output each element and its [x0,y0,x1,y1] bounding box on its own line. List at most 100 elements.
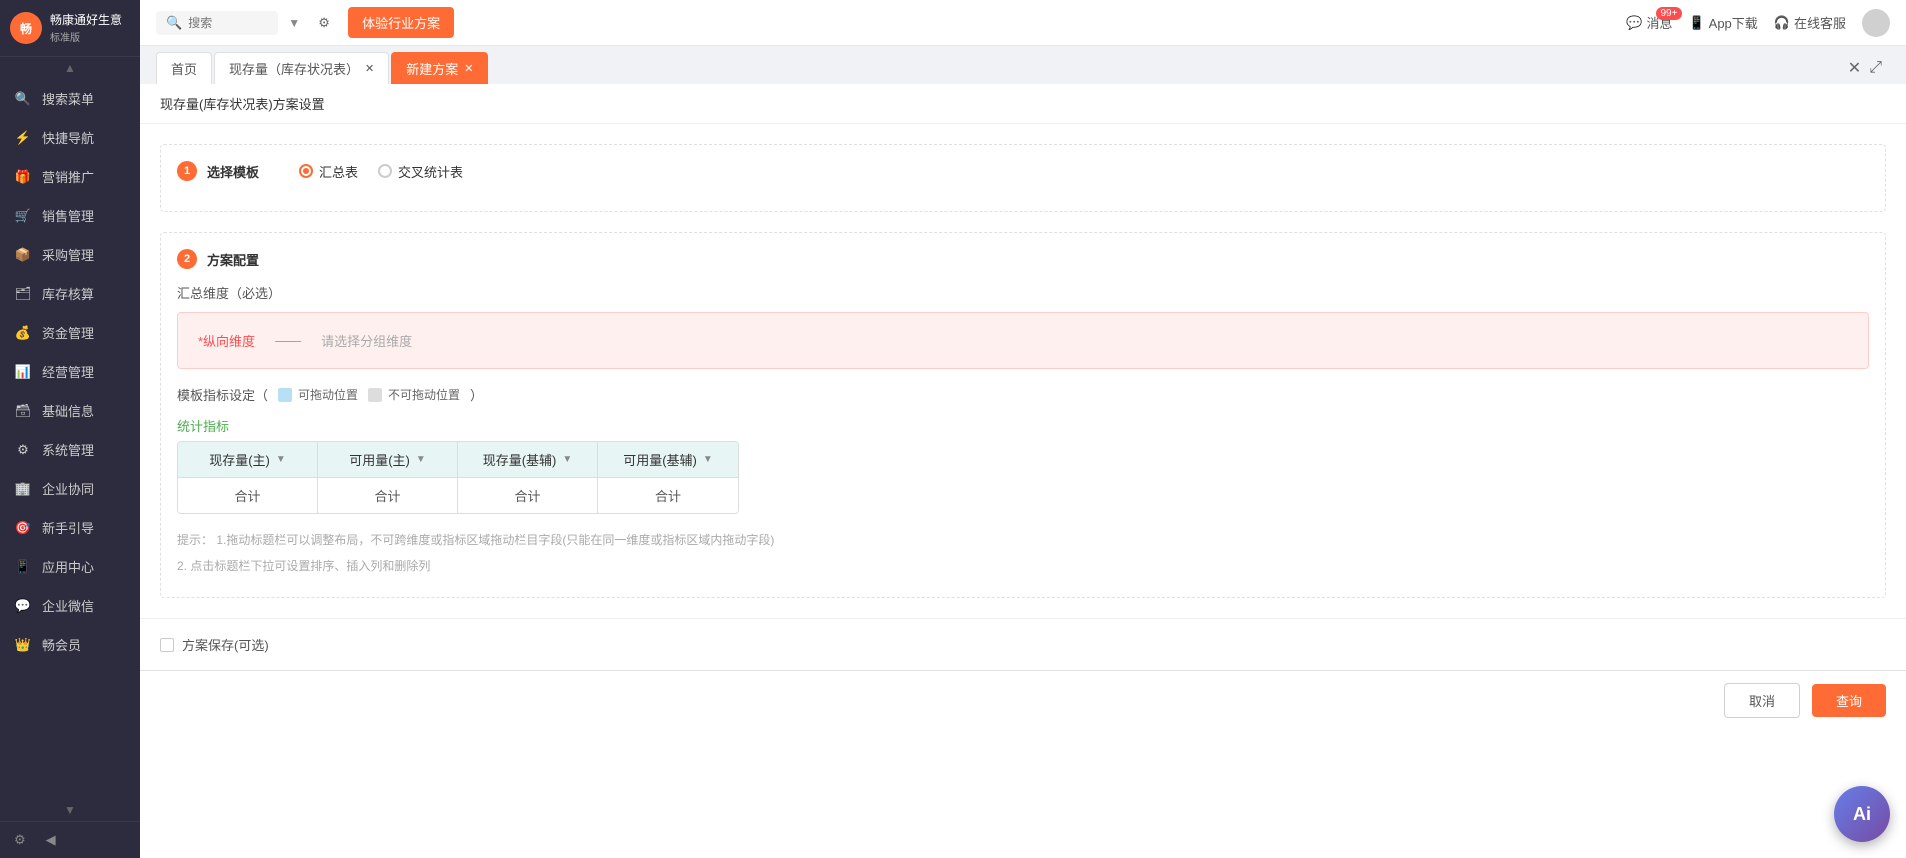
step1-title: 选择模板 [207,162,259,181]
topbar-search-icon: 🔍 [166,15,182,31]
hint-prefix: 提示： 1.拖动标题栏可以调整布局，不可跨维度或指标区域拖动栏目字段(只能在同一… [177,530,1869,552]
sidebar-item-system[interactable]: ⚙ 系统管理 [0,430,140,469]
tab-home[interactable]: 首页 [156,52,212,84]
sidebar-item-newbie[interactable]: 🎯 新手引导 [0,508,140,547]
operations-icon: 📊 [14,363,32,381]
step2-title: 方案配置 [207,250,259,269]
collapse-icon[interactable]: ◀ [46,832,56,848]
search-icon: 🔍 [14,90,32,108]
radio-crosstab[interactable]: 交叉统计表 [378,162,463,181]
col-chevron-base-qty[interactable]: ▼ [562,454,572,465]
stat-cell-base-qty: 合计 [458,478,598,513]
col-chevron-available-main[interactable]: ▼ [416,454,426,465]
non-draggable-badge-icon [368,388,382,402]
col-chevron-available-base[interactable]: ▼ [703,454,713,465]
enterprise-icon: 🏢 [14,480,32,498]
stat-cell-available-base: 合计 [598,478,738,513]
sidebar-item-inventory[interactable]: 🗂 库存核算 [0,274,140,313]
expand-window-icon[interactable]: ⤢ [1869,59,1882,77]
save-checkbox[interactable] [160,638,174,652]
sidebar-scroll-down[interactable]: ▼ [62,801,78,819]
tab-inventory-close-icon[interactable]: ✕ [365,62,374,75]
ai-assistant-button[interactable]: Ai [1834,786,1890,842]
app-name: 畅康通好生意 标准版 [50,12,122,44]
cancel-button[interactable]: 取消 [1724,683,1800,718]
sales-icon: 🛒 [14,207,32,225]
sidebar-item-enterprise[interactable]: 🏢 企业协同 [0,469,140,508]
headset-icon: 🎧 [1774,15,1790,31]
radio-crosstab-circle [378,164,392,178]
wechat-icon: 💬 [14,597,32,615]
col-header-base-qty[interactable]: 现存量(基辅) ▼ [458,442,598,477]
sidebar-item-operations[interactable]: 📊 经营管理 [0,352,140,391]
non-draggable-legend: 不可拖动位置 [368,386,460,403]
sidebar-nav: 🔍 搜索菜单 ⚡ 快捷导航 🎁 营销推广 🛒 销售管理 📦 采购管理 🗂 库存核… [0,79,140,799]
hint-2: 2. 点击标题栏下拉可设置排序、插入列和删除列 [177,556,1869,578]
finance-icon: 💰 [14,324,32,342]
sidebar-item-shortcut[interactable]: ⚡ 快捷导航 [0,118,140,157]
page-title: 现存量(库存状况表)方案设置 [140,84,1906,124]
sidebar-item-sales[interactable]: 🛒 销售管理 [0,196,140,235]
inventory-icon: 🗂 [14,285,32,303]
user-avatar[interactable] [1862,9,1890,37]
step1-section: 1 选择模板 汇总表 交叉统计表 [160,144,1886,212]
template-radio-group: 汇总表 交叉统计表 [299,162,463,181]
mobile-icon: 📱 [1688,15,1704,31]
newbie-icon: 🎯 [14,519,32,537]
close-window-icon[interactable]: ✕ [1848,58,1861,78]
marketing-icon: 🎁 [14,168,32,186]
main-area: 🔍 ▼ ⚙ 体验行业方案 💬 消息 99+ 📱 App下载 🎧 在线客服 首页 [140,0,1906,858]
dimension-placeholder: 请选择分组维度 [321,331,412,350]
col-header-main-qty[interactable]: 现存量(主) ▼ [178,442,318,477]
sidebar-item-basic[interactable]: 🗃 基础信息 [0,391,140,430]
topbar-dropdown-icon[interactable]: ▼ [288,16,300,30]
step1-header: 1 选择模板 汇总表 交叉统计表 [177,161,1869,181]
tab-new-scheme[interactable]: 新建方案 ✕ [391,52,488,84]
topbar: 🔍 ▼ ⚙ 体验行业方案 💬 消息 99+ 📱 App下载 🎧 在线客服 [140,0,1906,46]
topbar-gear-icon[interactable]: ⚙ [310,9,338,37]
sidebar-item-purchase[interactable]: 📦 采购管理 [0,235,140,274]
sidebar-item-marketing[interactable]: 🎁 营销推广 [0,157,140,196]
sidebar-item-member[interactable]: 👑 畅会员 [0,625,140,664]
sidebar-item-finance[interactable]: 💰 资金管理 [0,313,140,352]
stat-table-row-1: 合计 合计 合计 合计 [178,477,738,513]
purchase-icon: 📦 [14,246,32,264]
sidebar-item-wechat[interactable]: 💬 企业微信 [0,586,140,625]
topbar-search-box[interactable]: 🔍 [156,11,278,35]
sidebar-header: 畅 畅康通好生意 标准版 [0,0,140,57]
tab-new-scheme-close-icon[interactable]: ✕ [464,62,473,75]
stat-table-header: 现存量(主) ▼ 可用量(主) ▼ 现存量(基辅) ▼ [178,442,738,477]
indicator-settings: 模板指标设定（ 可拖动位置 不可拖动位置 ） [177,385,1869,404]
online-service-link[interactable]: 🎧 在线客服 [1774,13,1846,32]
content-area: 现存量(库存状况表)方案设置 1 选择模板 汇总表 交叉统计表 [140,84,1906,858]
draggable-legend: 可拖动位置 [278,386,358,403]
step2-badge: 2 [177,249,197,269]
topbar-search-input[interactable] [188,16,268,30]
stat-table: 现存量(主) ▼ 可用量(主) ▼ 现存量(基辅) ▼ [177,441,739,514]
col-header-available-base[interactable]: 可用量(基辅) ▼ [598,442,738,477]
tabbar: 首页 现存量（库存状况表） ✕ 新建方案 ✕ ✕ ⤢ [140,46,1906,84]
save-row: 方案保存(可选) [140,618,1906,670]
sidebar-item-search[interactable]: 🔍 搜索菜单 [0,79,140,118]
sidebar-item-apps[interactable]: 📱 应用中心 [0,547,140,586]
messages-badge[interactable]: 💬 消息 99+ [1626,13,1672,32]
draggable-badge-icon [278,388,292,402]
member-icon: 👑 [14,636,32,654]
industry-solution-button[interactable]: 体验行业方案 [348,7,454,38]
app-download-link[interactable]: 📱 App下载 [1688,13,1757,32]
col-chevron-main-qty[interactable]: ▼ [276,454,286,465]
query-button[interactable]: 查询 [1812,684,1886,717]
step1-badge: 1 [177,161,197,181]
vertical-dimension-label: *纵向维度 [198,331,255,350]
apps-icon: 📱 [14,558,32,576]
col-header-available-main[interactable]: 可用量(主) ▼ [318,442,458,477]
indicator-settings-label: 模板指标设定（ 可拖动位置 不可拖动位置 ） [177,385,1869,404]
radio-summary[interactable]: 汇总表 [299,162,358,181]
sidebar-footer: ⚙ ◀ [0,821,140,858]
dimension-separator: —— [275,333,301,348]
dimension-row[interactable]: *纵向维度 —— 请选择分组维度 [177,312,1869,369]
tab-inventory-status[interactable]: 现存量（库存状况表） ✕ [214,52,389,84]
settings-icon[interactable]: ⚙ [14,832,26,848]
sidebar-scroll-up[interactable]: ▲ [62,59,78,77]
step2-section: 2 方案配置 汇总维度（必选） *纵向维度 —— 请选择分组维度 模板指标设定（ [160,232,1886,598]
